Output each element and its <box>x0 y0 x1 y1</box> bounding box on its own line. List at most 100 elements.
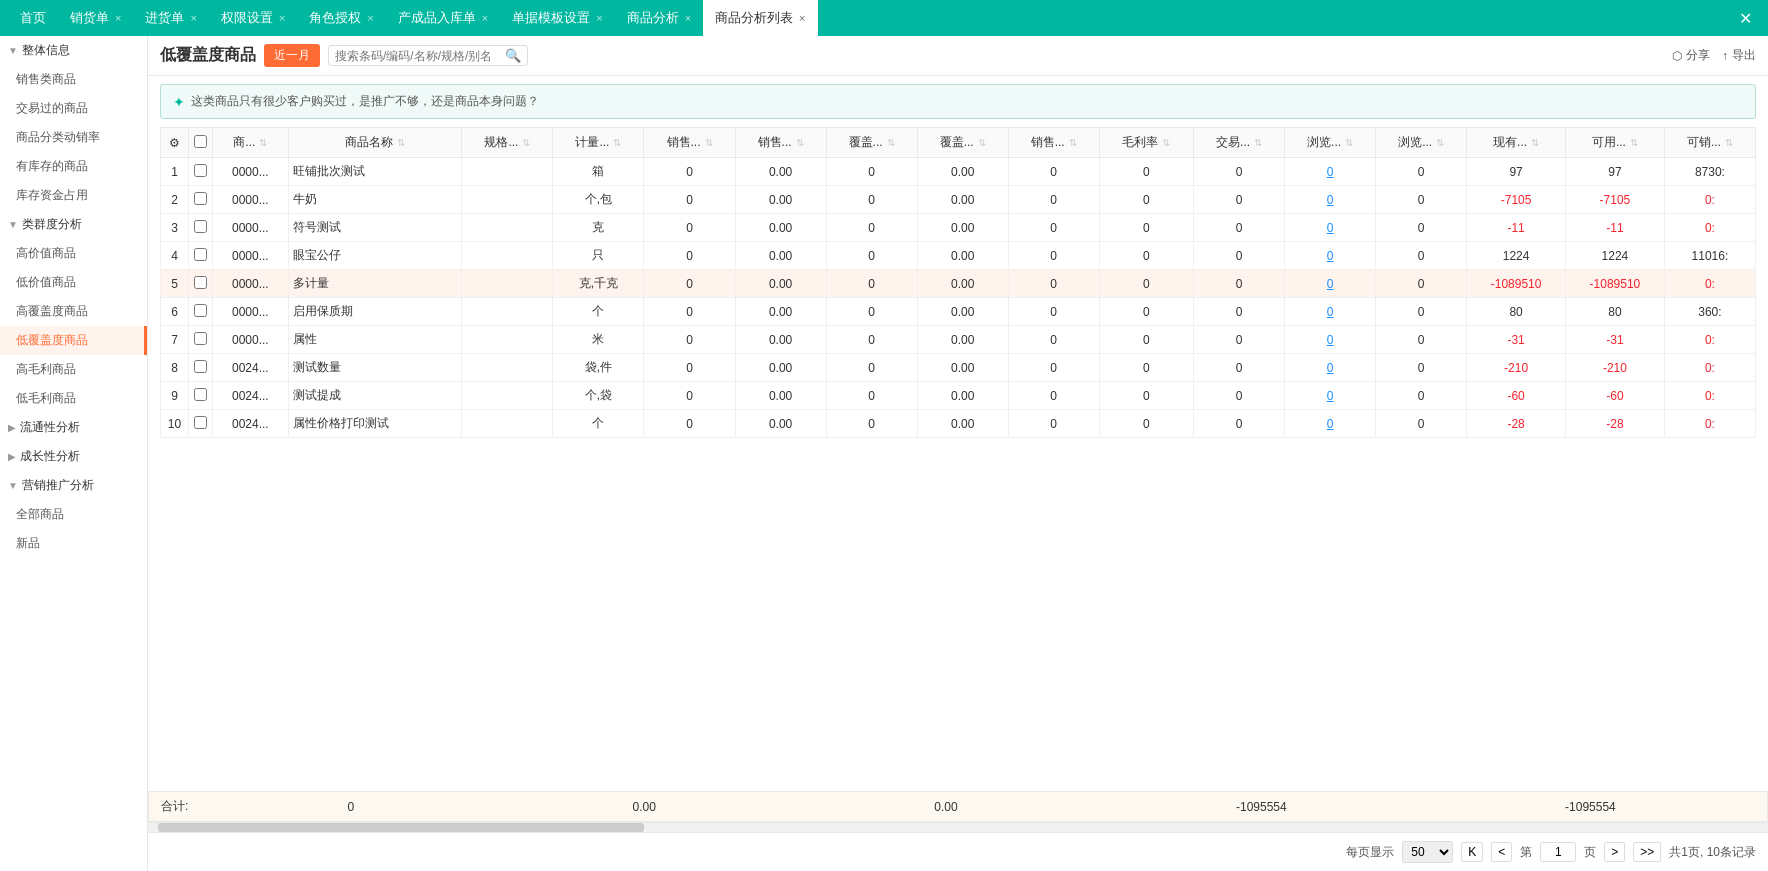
nav-role-auth[interactable]: 角色授权 × <box>297 0 385 36</box>
col-header-current[interactable]: 现有...⇅ <box>1467 128 1566 158</box>
sidebar-section-liquidity[interactable]: ▶ 流通性分析 <box>0 413 147 442</box>
col-header-gross[interactable]: 毛利率⇅ <box>1099 128 1193 158</box>
nav-close-template[interactable]: × <box>596 12 602 24</box>
row-browse1[interactable]: 0 <box>1285 354 1376 382</box>
row-checkbox[interactable] <box>194 360 207 373</box>
sidebar-item-inventory-capital[interactable]: 库存资金占用 <box>0 181 147 210</box>
date-filter-button[interactable]: 近一月 <box>264 44 320 67</box>
col-header-sales-amt[interactable]: 销售...⇅ <box>735 128 826 158</box>
col-header-sales3[interactable]: 销售...⇅ <box>1008 128 1099 158</box>
row-checkbox-cell[interactable] <box>189 158 213 186</box>
sidebar-item-low-coverage[interactable]: 低覆盖度商品 <box>0 326 147 355</box>
row-checkbox-cell[interactable] <box>189 186 213 214</box>
nav-analysis-list[interactable]: 商品分析列表 × <box>703 0 817 36</box>
col-header-trans[interactable]: 交易...⇅ <box>1194 128 1285 158</box>
search-icon[interactable]: 🔍 <box>505 48 521 63</box>
nav-sales-order[interactable]: 销货单 × <box>58 0 133 36</box>
col-header-name[interactable]: 商品名称⇅ <box>288 128 462 158</box>
last-page-button[interactable]: >> <box>1633 842 1661 862</box>
sidebar-item-category-rate[interactable]: 商品分类动销率 <box>0 123 147 152</box>
share-button[interactable]: ⬡ 分享 <box>1672 47 1710 64</box>
row-browse1[interactable]: 0 <box>1285 186 1376 214</box>
next-page-button[interactable]: > <box>1604 842 1625 862</box>
sidebar-item-high-coverage[interactable]: 高覆盖度商品 <box>0 297 147 326</box>
export-button[interactable]: ↑ 导出 <box>1722 47 1756 64</box>
sidebar-section-overall[interactable]: ▼ 整体信息 <box>0 36 147 65</box>
col-header-saleable[interactable]: 可销...⇅ <box>1664 128 1755 158</box>
sidebar-item-sales-goods[interactable]: 销售类商品 <box>0 65 147 94</box>
sidebar-item-all-goods[interactable]: 全部商品 <box>0 500 147 529</box>
sidebar-section-cluster[interactable]: ▼ 类群度分析 <box>0 210 147 239</box>
page-number-input[interactable] <box>1540 842 1576 862</box>
nav-permissions[interactable]: 权限设置 × <box>209 0 297 36</box>
row-browse1[interactable]: 0 <box>1285 214 1376 242</box>
row-checkbox[interactable] <box>194 416 207 429</box>
row-checkbox-cell[interactable] <box>189 326 213 354</box>
row-browse1[interactable]: 0 <box>1285 158 1376 186</box>
col-header-sales-qty[interactable]: 销售...⇅ <box>644 128 735 158</box>
nav-close-role[interactable]: × <box>367 12 373 24</box>
row-checkbox-cell[interactable] <box>189 214 213 242</box>
sidebar-item-high-value[interactable]: 高价值商品 <box>0 239 147 268</box>
row-saleable: 360: <box>1664 298 1755 326</box>
row-browse1[interactable]: 0 <box>1285 382 1376 410</box>
row-checkbox[interactable] <box>194 388 207 401</box>
sidebar-item-new-goods[interactable]: 新品 <box>0 529 147 558</box>
row-checkbox[interactable] <box>194 304 207 317</box>
page-size-select[interactable]: 50 100 200 <box>1402 841 1453 863</box>
row-checkbox[interactable] <box>194 164 207 177</box>
nav-purchase[interactable]: 进货单 × <box>133 0 208 36</box>
col-header-browse2[interactable]: 浏览...⇅ <box>1376 128 1467 158</box>
col-header-cov1[interactable]: 覆盖...⇅ <box>826 128 917 158</box>
first-page-button[interactable]: K <box>1461 842 1483 862</box>
row-checkbox[interactable] <box>194 192 207 205</box>
row-checkbox-cell[interactable] <box>189 242 213 270</box>
row-checkbox[interactable] <box>194 248 207 261</box>
sidebar-item-high-margin[interactable]: 高毛利商品 <box>0 355 147 384</box>
row-browse1[interactable]: 0 <box>1285 242 1376 270</box>
nav-close-analysis-list[interactable]: × <box>799 12 805 24</box>
row-checkbox[interactable] <box>194 220 207 233</box>
row-browse1[interactable]: 0 <box>1285 270 1376 298</box>
row-checkbox-cell[interactable] <box>189 410 213 438</box>
row-sales3: 0 <box>1008 354 1099 382</box>
sidebar-item-traded-goods[interactable]: 交易过的商品 <box>0 94 147 123</box>
nav-close-purchase[interactable]: × <box>190 12 196 24</box>
nav-close-analysis[interactable]: × <box>685 12 691 24</box>
window-close-button[interactable]: ✕ <box>1731 9 1760 28</box>
col-header-checkbox[interactable] <box>189 128 213 158</box>
col-header-settings[interactable]: ⚙ <box>161 128 189 158</box>
col-header-unit[interactable]: 计量...⇅ <box>553 128 644 158</box>
sidebar-section-growth[interactable]: ▶ 成长性分析 <box>0 442 147 471</box>
sidebar-item-low-value[interactable]: 低价值商品 <box>0 268 147 297</box>
search-input[interactable] <box>335 49 505 63</box>
col-header-spec[interactable]: 规格...⇅ <box>462 128 553 158</box>
row-browse1[interactable]: 0 <box>1285 298 1376 326</box>
row-checkbox[interactable] <box>194 276 207 289</box>
row-browse1[interactable]: 0 <box>1285 410 1376 438</box>
col-header-code[interactable]: 商...⇅ <box>213 128 289 158</box>
nav-close-permissions[interactable]: × <box>279 12 285 24</box>
row-checkbox-cell[interactable] <box>189 270 213 298</box>
col-header-available[interactable]: 可用...⇅ <box>1566 128 1665 158</box>
col-header-browse1[interactable]: 浏览...⇅ <box>1285 128 1376 158</box>
nav-close-sales[interactable]: × <box>115 12 121 24</box>
prev-page-button[interactable]: < <box>1491 842 1512 862</box>
sidebar-item-low-margin[interactable]: 低毛利商品 <box>0 384 147 413</box>
col-header-cov2[interactable]: 覆盖...⇅ <box>917 128 1008 158</box>
select-all-checkbox[interactable] <box>194 135 207 148</box>
nav-finished-goods[interactable]: 产成品入库单 × <box>386 0 500 36</box>
row-checkbox[interactable] <box>194 332 207 345</box>
sidebar-item-in-stock[interactable]: 有库存的商品 <box>0 152 147 181</box>
row-sales-amount: 0.00 <box>735 214 826 242</box>
nav-home[interactable]: 首页 <box>8 0 58 36</box>
row-unit: 米 <box>553 326 644 354</box>
nav-template-settings[interactable]: 单据模板设置 × <box>500 0 614 36</box>
row-checkbox-cell[interactable] <box>189 354 213 382</box>
nav-product-analysis[interactable]: 商品分析 × <box>615 0 703 36</box>
nav-close-finished[interactable]: × <box>482 12 488 24</box>
sidebar-section-marketing[interactable]: ▼ 营销推广分析 <box>0 471 147 500</box>
row-checkbox-cell[interactable] <box>189 382 213 410</box>
row-checkbox-cell[interactable] <box>189 298 213 326</box>
row-browse1[interactable]: 0 <box>1285 326 1376 354</box>
